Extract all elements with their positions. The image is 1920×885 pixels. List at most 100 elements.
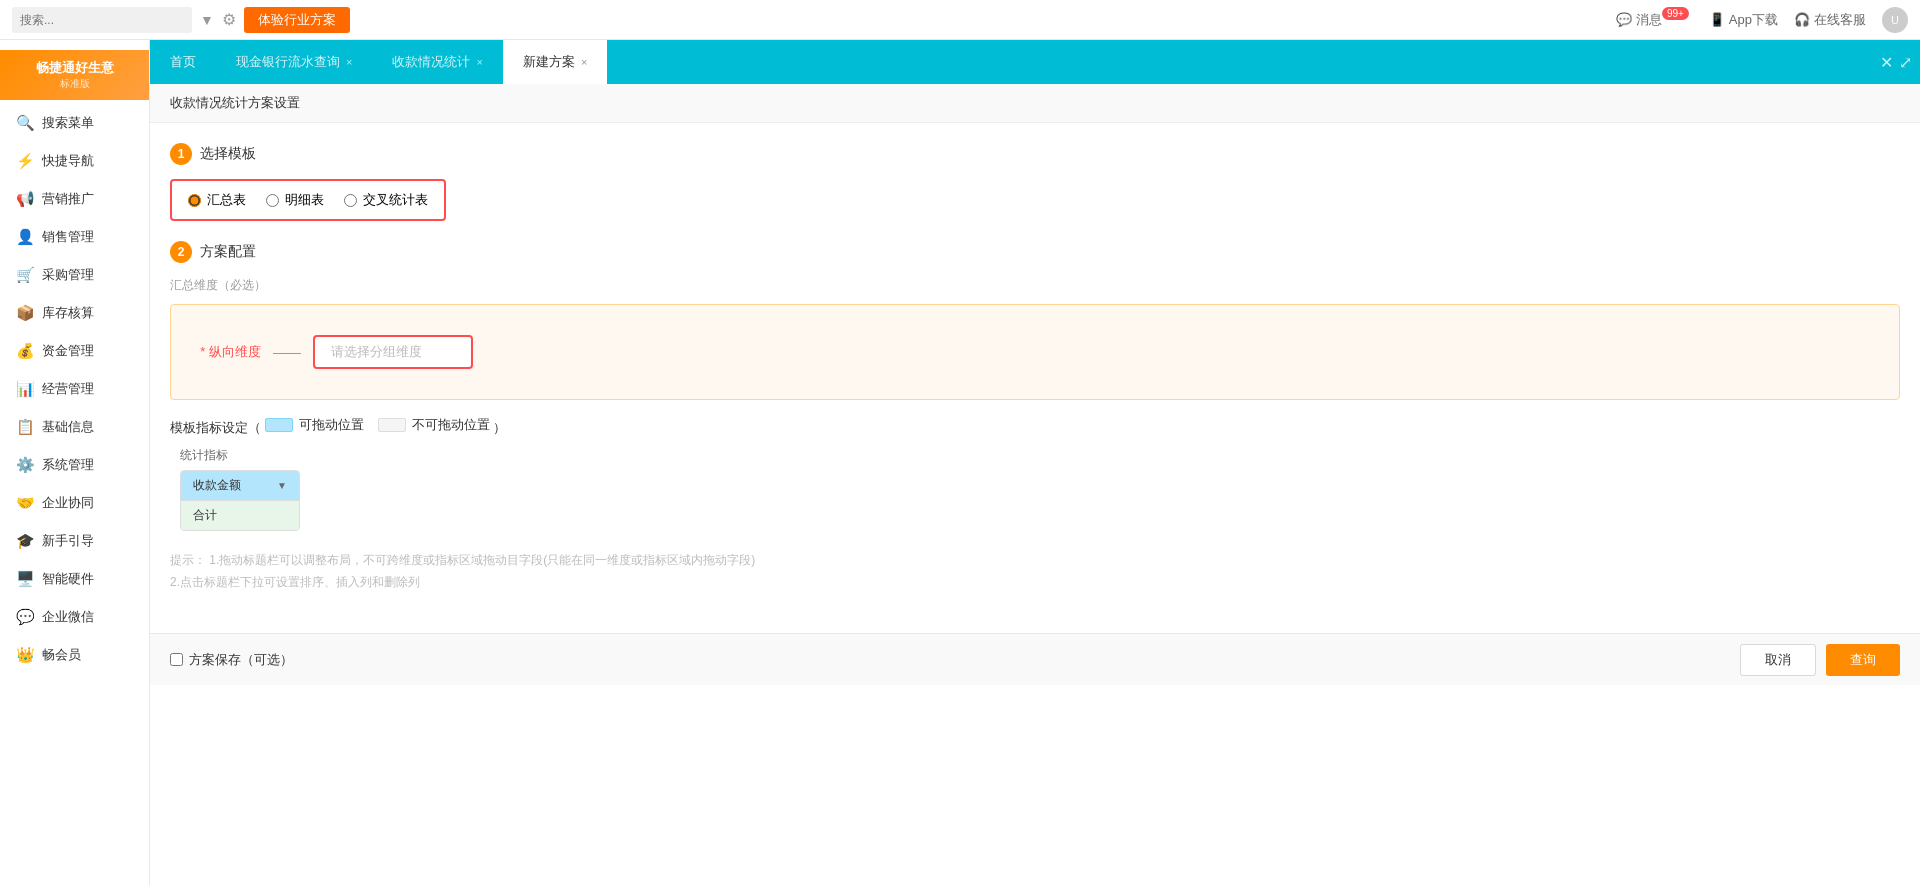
message-icon: 💬 bbox=[1616, 12, 1632, 27]
sidebar-item-search[interactable]: 🔍 搜索菜单 bbox=[0, 104, 149, 142]
sidebar-item-member[interactable]: 👑 畅会员 bbox=[0, 636, 149, 674]
save-plan-checkbox[interactable] bbox=[170, 653, 183, 666]
close-icon[interactable]: × bbox=[476, 56, 482, 68]
step1-num: 1 bbox=[170, 143, 192, 165]
radio-detail-input[interactable] bbox=[266, 194, 279, 207]
gear-icon[interactable]: ⚙ bbox=[222, 10, 236, 29]
radio-detail[interactable]: 明细表 bbox=[266, 191, 324, 209]
notification-item[interactable]: 💬 消息 99+ bbox=[1616, 11, 1693, 29]
tab-receipts[interactable]: 收款情况统计 × bbox=[372, 40, 502, 84]
tab-home[interactable]: 首页 bbox=[150, 40, 216, 84]
tab-bar: 首页 现金银行流水查询 × 收款情况统计 × 新建方案 × ✕ ⤢ bbox=[150, 40, 1920, 84]
page-title: 收款情况统计方案设置 bbox=[170, 95, 300, 110]
megaphone-icon: 📢 bbox=[16, 190, 34, 208]
top-bar-right: 💬 消息 99+ 📱 App下载 🎧 在线客服 U bbox=[1616, 7, 1908, 33]
page-header: 收款情况统计方案设置 bbox=[150, 84, 1920, 123]
sidebar-item-label: 畅会员 bbox=[42, 646, 81, 664]
step2-num: 2 bbox=[170, 241, 192, 263]
avatar[interactable]: U bbox=[1882, 7, 1908, 33]
tab-bar-right: ✕ ⤢ bbox=[1880, 40, 1920, 84]
hint-area: 提示： 1.拖动标题栏可以调整布局，不可跨维度或指标区域拖动目字段(只能在同一维… bbox=[170, 550, 1900, 593]
graduation-icon: 🎓 bbox=[16, 532, 34, 550]
legend-group: 可拖动位置 不可拖动位置 bbox=[265, 416, 490, 434]
save-plan-checkbox-label[interactable]: 方案保存（可选） bbox=[170, 651, 293, 669]
close-icon[interactable]: × bbox=[346, 56, 352, 68]
cart-icon: 🛒 bbox=[16, 266, 34, 284]
headset-icon: 🎧 bbox=[1794, 12, 1810, 27]
step2-label: 方案配置 bbox=[200, 243, 256, 261]
bottom-bar: 方案保存（可选） 取消 查询 bbox=[150, 633, 1920, 685]
dropdown-icon[interactable]: ▼ bbox=[200, 12, 214, 28]
radio-cross[interactable]: 交叉统计表 bbox=[344, 191, 428, 209]
chevron-down-icon[interactable]: ▼ bbox=[277, 480, 287, 491]
save-plan-label: 方案保存（可选） bbox=[189, 651, 293, 669]
tab-new-plan[interactable]: 新建方案 × bbox=[503, 40, 607, 84]
tab-label: 现金银行流水查询 bbox=[236, 53, 340, 71]
metric-header-row[interactable]: 收款金额 ▼ bbox=[181, 471, 299, 500]
metric-subtotal-row: 合计 bbox=[181, 500, 299, 530]
trial-button[interactable]: 体验行业方案 bbox=[244, 7, 350, 33]
sidebar-item-purchase[interactable]: 🛒 采购管理 bbox=[0, 256, 149, 294]
monitor-icon: 🖥️ bbox=[16, 570, 34, 588]
sidebar-item-label: 资金管理 bbox=[42, 342, 94, 360]
close-icon[interactable]: × bbox=[581, 56, 587, 68]
sidebar-item-label: 销售管理 bbox=[42, 228, 94, 246]
support-item[interactable]: 🎧 在线客服 bbox=[1794, 11, 1866, 29]
box-icon: 📦 bbox=[16, 304, 34, 322]
sidebar: 畅捷通好生意 标准版 🔍 搜索菜单 ⚡ 快捷导航 📢 营销推广 👤 销售管理 🛒 bbox=[0, 40, 150, 885]
maximize-button[interactable]: ⤢ bbox=[1899, 53, 1912, 72]
person-icon: 👤 bbox=[16, 228, 34, 246]
radio-summary-input[interactable] bbox=[188, 194, 201, 207]
sidebar-item-quick-nav[interactable]: ⚡ 快捷导航 bbox=[0, 142, 149, 180]
top-bar: ▼ ⚙ 体验行业方案 💬 消息 99+ 📱 App下载 🎧 在线客服 U bbox=[0, 0, 1920, 40]
edition-text: 标准版 bbox=[60, 77, 90, 91]
sidebar-item-finance[interactable]: 💰 资金管理 bbox=[0, 332, 149, 370]
metric-table: 收款金额 ▼ 合计 bbox=[180, 470, 300, 531]
handshake-icon: 🤝 bbox=[16, 494, 34, 512]
hint-line-1: 提示： 1.拖动标题栏可以调整布局，不可跨维度或指标区域拖动目字段(只能在同一维… bbox=[170, 550, 1900, 572]
step1-section: 1 选择模板 汇总表 明细表 bbox=[170, 143, 1900, 221]
bottom-actions: 取消 查询 bbox=[1740, 644, 1900, 676]
query-button[interactable]: 查询 bbox=[1826, 644, 1900, 676]
search-icon: 🔍 bbox=[16, 114, 34, 132]
dim-arrow-icon: —— bbox=[273, 344, 301, 360]
wechat-icon: 💬 bbox=[16, 608, 34, 626]
sidebar-item-inventory[interactable]: 📦 库存核算 bbox=[0, 294, 149, 332]
settings-icon: ⚙️ bbox=[16, 456, 34, 474]
sidebar-item-base-info[interactable]: 📋 基础信息 bbox=[0, 408, 149, 446]
sidebar-item-label: 搜索菜单 bbox=[42, 114, 94, 132]
radio-summary[interactable]: 汇总表 bbox=[188, 191, 246, 209]
step1-label: 选择模板 bbox=[200, 145, 256, 163]
radio-cross-input[interactable] bbox=[344, 194, 357, 207]
sidebar-item-hardware[interactable]: 🖥️ 智能硬件 bbox=[0, 560, 149, 598]
dim-selector-vertical[interactable]: 请选择分组维度 bbox=[313, 335, 473, 369]
tab-cashflow[interactable]: 现金银行流水查询 × bbox=[216, 40, 372, 84]
search-input[interactable] bbox=[12, 7, 192, 33]
notification-badge: 99+ bbox=[1662, 7, 1689, 20]
sidebar-item-enterprise[interactable]: 🤝 企业协同 bbox=[0, 484, 149, 522]
step2-title: 2 方案配置 bbox=[170, 241, 1900, 263]
cancel-button[interactable]: 取消 bbox=[1740, 644, 1816, 676]
sidebar-item-label: 企业协同 bbox=[42, 494, 94, 512]
radio-cross-label: 交叉统计表 bbox=[363, 191, 428, 209]
close-window-button[interactable]: ✕ bbox=[1880, 53, 1893, 72]
download-item[interactable]: 📱 App下载 bbox=[1709, 11, 1778, 29]
sidebar-item-label: 企业微信 bbox=[42, 608, 94, 626]
crown-icon: 👑 bbox=[16, 646, 34, 664]
content-area: 首页 现金银行流水查询 × 收款情况统计 × 新建方案 × ✕ ⤢ bbox=[150, 40, 1920, 885]
sidebar-item-guide[interactable]: 🎓 新手引导 bbox=[0, 522, 149, 560]
download-icon: 📱 bbox=[1709, 12, 1725, 27]
sidebar-item-operations[interactable]: 📊 经营管理 bbox=[0, 370, 149, 408]
sidebar-item-weixin[interactable]: 💬 企业微信 bbox=[0, 598, 149, 636]
step1-title: 1 选择模板 bbox=[170, 143, 1900, 165]
dim-vertical-label: * 纵向维度 bbox=[191, 343, 261, 361]
fixed-legend bbox=[378, 418, 406, 432]
metric-table-title: 统计指标 bbox=[180, 447, 1900, 464]
dim-area: * 纵向维度 —— 请选择分组维度 bbox=[170, 304, 1900, 400]
movable-legend bbox=[265, 418, 293, 432]
template-options: 汇总表 明细表 交叉统计表 bbox=[170, 179, 446, 221]
sidebar-item-system[interactable]: ⚙️ 系统管理 bbox=[0, 446, 149, 484]
dim-row-vertical: * 纵向维度 —— 请选择分组维度 bbox=[191, 335, 1879, 369]
sidebar-item-sales[interactable]: 👤 销售管理 bbox=[0, 218, 149, 256]
sidebar-item-marketing[interactable]: 📢 营销推广 bbox=[0, 180, 149, 218]
